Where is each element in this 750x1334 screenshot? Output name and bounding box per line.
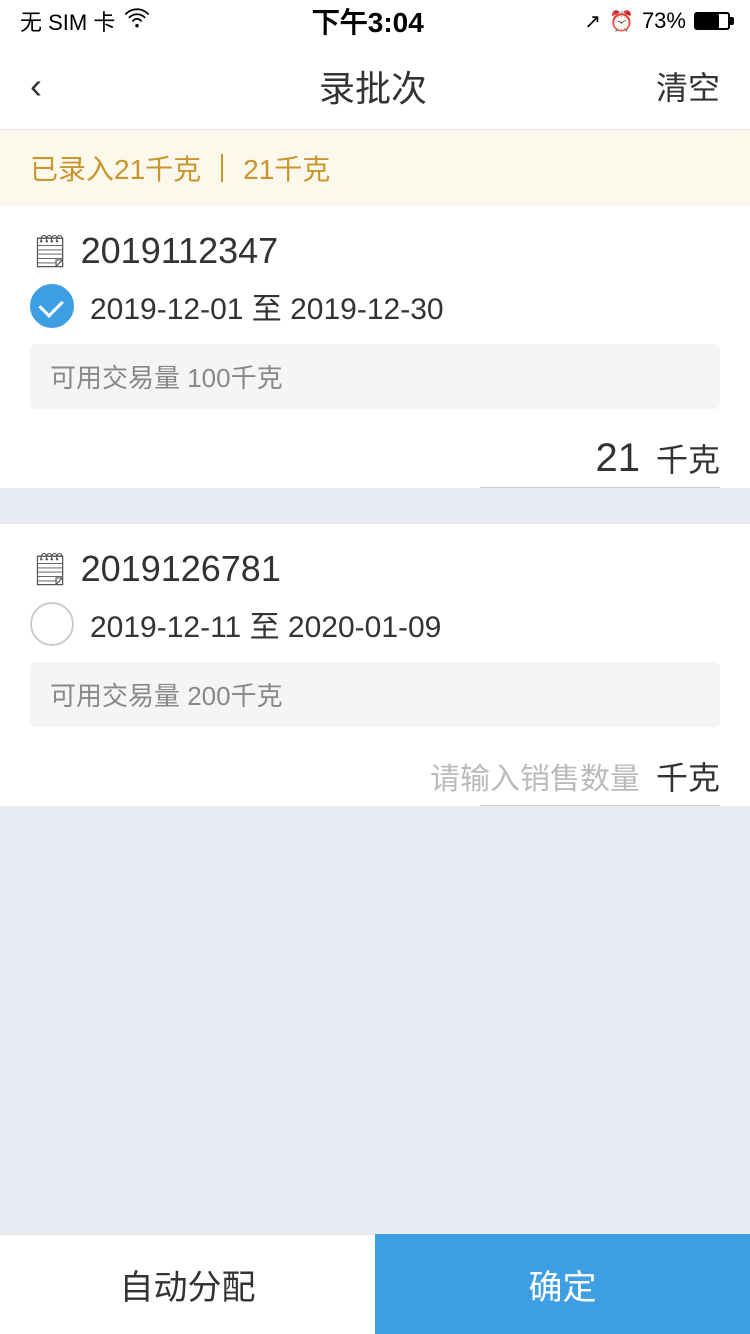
separator-1 [0,508,750,524]
info-amount: 21千克 [243,148,330,188]
quantity-unit-2: 千克 [656,753,720,799]
info-divider [221,154,223,182]
quantity-underline-1 [480,487,720,488]
recorded-label: 已录入21千克 [30,148,201,188]
batch-header-2: 🗒 2019126781 [0,524,750,598]
no-sim-text: 无 SIM 卡 [20,5,115,37]
wifi-icon [123,8,151,34]
available-text-2: 可用交易量 200千克 [50,681,283,711]
quantity-row-2[interactable]: 请输入销售数量 千克 [0,743,750,799]
available-text-1: 可用交易量 100千克 [50,363,283,393]
status-right: ↗ ⏰ 73% [584,8,730,34]
available-row-1: 可用交易量 100千克 [30,344,720,409]
batch-icon-1: 🗒 [30,232,71,270]
quantity-unit-1: 千克 [656,435,720,481]
batch-date-1: 2019-12-01 至 2019-12-30 [90,284,444,328]
quantity-value-1: 21 [595,436,640,481]
quantity-underline-2 [480,805,720,806]
batch-date-2: 2019-12-11 至 2020-01-09 [90,602,441,646]
status-bar: 无 SIM 卡 下午3:04 ↗ ⏰ 73% [0,0,750,42]
quantity-placeholder-2: 请输入销售数量 [430,754,640,798]
batch-icon-2: 🗒 [30,550,71,588]
batch-date-row-1: 2019-12-01 至 2019-12-30 [0,280,750,340]
batch-card-1: 🗒 2019112347 2019-12-01 至 2019-12-30 可用交… [0,206,750,488]
back-button[interactable]: ‹ [30,65,90,107]
auto-distribute-button[interactable]: 自动分配 [0,1234,375,1334]
empty-space [0,826,750,1234]
radio-button-1[interactable] [30,284,74,328]
location-icon: ↗ [584,9,601,34]
status-time: 下午3:04 [312,1,424,41]
battery-icon [694,12,730,30]
batch-card-2: 🗒 2019126781 2019-12-11 至 2020-01-09 可用交… [0,524,750,806]
status-left: 无 SIM 卡 [20,5,151,37]
info-bar: 已录入21千克 21千克 [0,130,750,206]
batch-number-1: 2019112347 [81,230,279,272]
batch-header-1: 🗒 2019112347 [0,206,750,280]
bottom-bar: 自动分配 确定 [0,1234,750,1334]
battery-text: 73% [642,8,686,34]
available-row-2: 可用交易量 200千克 [30,662,720,727]
radio-button-2[interactable] [30,602,74,646]
alarm-icon: ⏰ [609,9,634,34]
nav-bar: ‹ 录批次 清空 [0,42,750,130]
clear-button[interactable]: 清空 [656,63,720,109]
batch-date-row-2: 2019-12-11 至 2020-01-09 [0,598,750,658]
quantity-row-1: 21 千克 [0,425,750,481]
batch-number-2: 2019126781 [81,548,281,590]
content-area: 已录入21千克 21千克 🗒 2019112347 2019-12-01 至 2… [0,130,750,1234]
confirm-button[interactable]: 确定 [375,1234,750,1334]
page-title: 录批次 [319,60,427,112]
